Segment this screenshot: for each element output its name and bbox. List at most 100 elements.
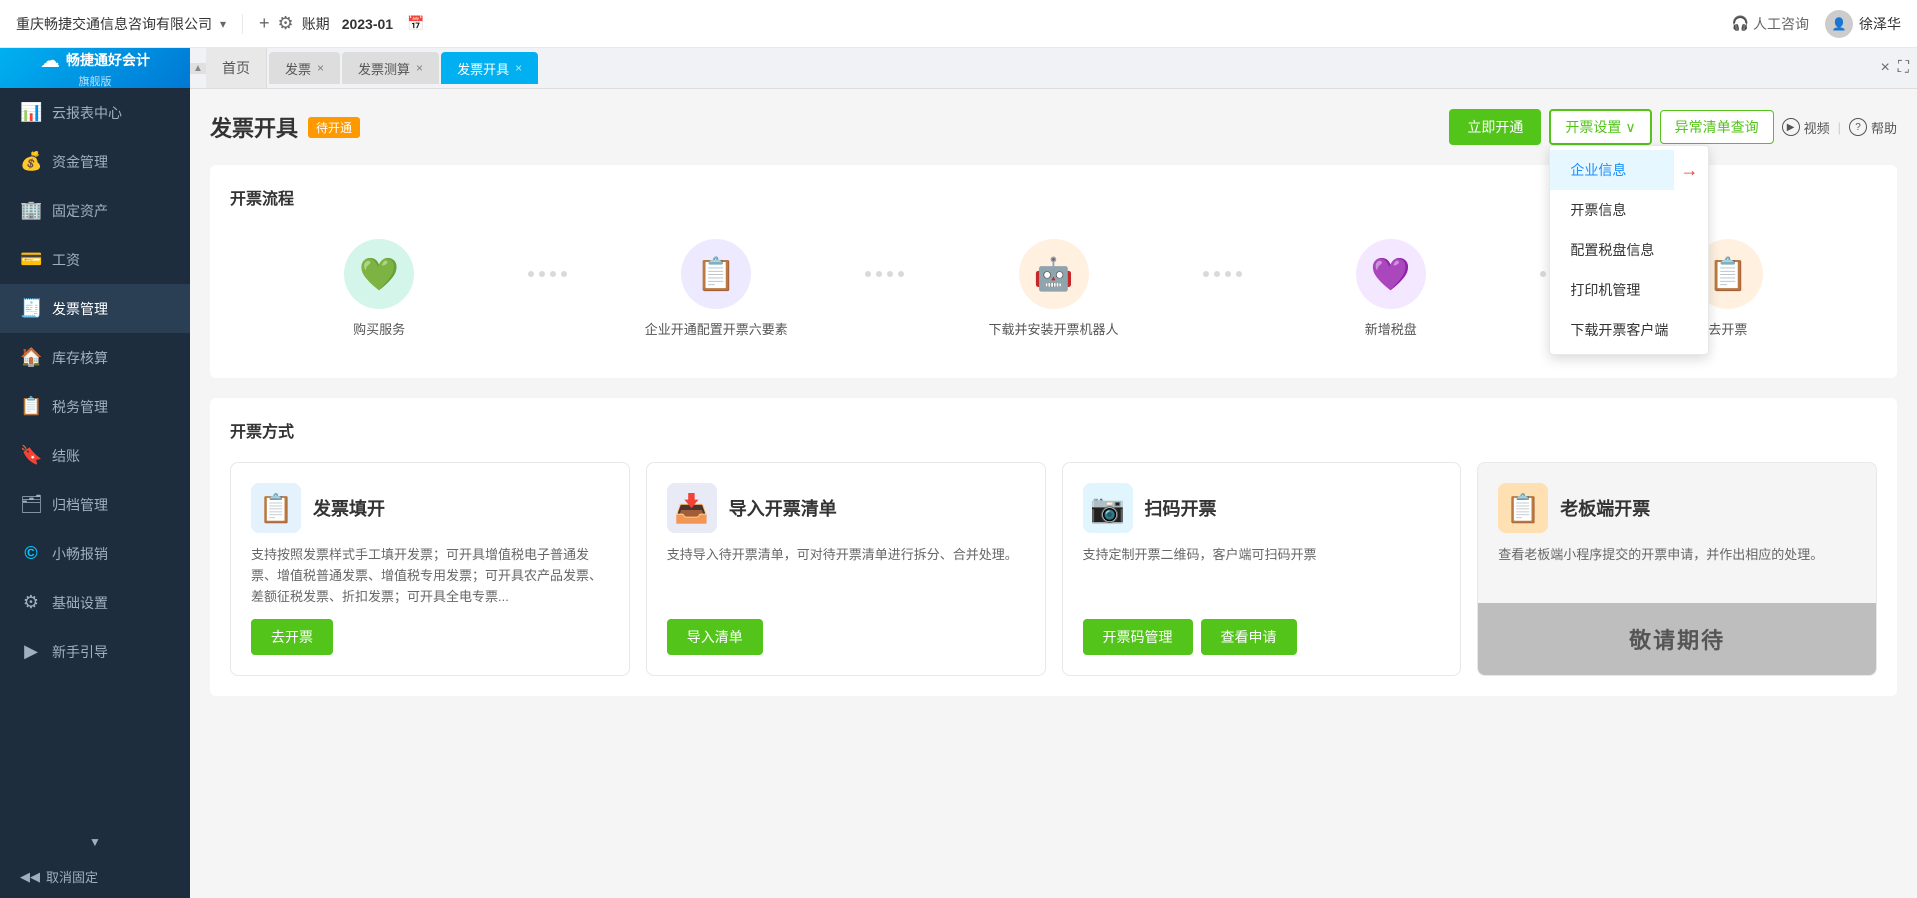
process-step-robot: 🤖 下载并安装开票机器人 bbox=[904, 239, 1202, 338]
activate-button[interactable]: 立即开通 bbox=[1449, 109, 1541, 145]
status-badge: 待开通 bbox=[308, 117, 360, 138]
window-close-button[interactable]: × bbox=[1880, 59, 1889, 77]
user-info[interactable]: 👤 徐泽华 bbox=[1825, 10, 1901, 38]
tab-invoice-list[interactable]: 发票 × bbox=[269, 52, 340, 84]
buy-service-label: 购买服务 bbox=[353, 319, 405, 338]
add-company-icon[interactable]: + bbox=[259, 13, 270, 34]
reports-label: 云报表中心 bbox=[52, 103, 122, 123]
cancel-pin-button[interactable]: ◀◀ 取消固定 bbox=[0, 855, 190, 898]
tab-invoice-calc[interactable]: 发票测算 × bbox=[342, 52, 439, 84]
help-label[interactable]: 帮助 bbox=[1871, 118, 1897, 137]
xiaochang-label: 小畅报销 bbox=[52, 544, 108, 564]
fill-in-title: 发票填开 bbox=[313, 495, 385, 521]
dropdown-item-download-client[interactable]: 下载开票客户端 bbox=[1550, 310, 1708, 350]
guide-icon: ▶ bbox=[20, 641, 42, 662]
inventory-icon: 🏠 bbox=[20, 347, 42, 368]
boss-title: 老板端开票 bbox=[1560, 495, 1650, 521]
finance-label: 资金管理 bbox=[52, 152, 108, 172]
finance-icon: 💰 bbox=[20, 151, 42, 172]
sidebar-item-finance[interactable]: 💰 资金管理 bbox=[0, 137, 190, 186]
sidebar-item-tax[interactable]: 📋 税务管理 bbox=[0, 382, 190, 431]
salary-icon: 💳 bbox=[20, 249, 42, 270]
sidebar-item-xiaochang[interactable]: © 小畅报销 bbox=[0, 529, 190, 578]
tab-invoice-list-label: 发票 bbox=[285, 59, 311, 78]
logo-text: 畅捷通好会计 bbox=[66, 50, 150, 70]
import-title: 导入开票清单 bbox=[729, 495, 837, 521]
sidebar-item-basic[interactable]: ⚙ 基础设置 bbox=[0, 578, 190, 627]
inventory-label: 库存核算 bbox=[52, 348, 108, 368]
page-header: 发票开具 待开通 立即开通 开票设置 ∨ bbox=[210, 109, 1897, 145]
window-expand-button[interactable]: ⛶ bbox=[1898, 59, 1909, 77]
settings-icon[interactable]: ⚙ bbox=[278, 13, 294, 34]
salary-label: 工资 bbox=[52, 250, 80, 270]
sidebar-item-reports[interactable]: 📊 云报表中心 bbox=[0, 88, 190, 137]
fill-in-button[interactable]: 去开票 bbox=[251, 619, 333, 655]
dropdown-item-tax-disk[interactable]: 配置税盘信息 bbox=[1550, 230, 1708, 270]
reports-icon: 📊 bbox=[20, 102, 42, 123]
go-invoice-label: 去开票 bbox=[1708, 319, 1747, 338]
dropdown-item-invoice-info[interactable]: 开票信息 bbox=[1550, 190, 1708, 230]
config-icon: 📋 bbox=[681, 239, 751, 309]
help-icon[interactable]: ? bbox=[1849, 118, 1867, 136]
archive-icon: 🗂 bbox=[20, 494, 42, 515]
tab-invoice-issue[interactable]: 发票开具 × bbox=[441, 52, 538, 84]
sidebar-item-guide[interactable]: ▶ 新手引导 bbox=[0, 627, 190, 676]
settle-icon: 🔖 bbox=[20, 445, 42, 466]
settings-button[interactable]: 开票设置 ∨ bbox=[1549, 109, 1651, 145]
tabs-bar: ▲ 首页 发票 × 发票测算 × 发票开具 × × ⛶ bbox=[190, 48, 1917, 89]
basic-label: 基础设置 bbox=[52, 593, 108, 613]
avatar: 👤 bbox=[1825, 10, 1853, 38]
video-label[interactable]: 视频 bbox=[1804, 118, 1830, 137]
separator: | bbox=[1838, 120, 1841, 135]
support-headset-icon: 🎧 bbox=[1732, 15, 1749, 32]
tab-home[interactable]: 首页 bbox=[206, 48, 267, 88]
settings-label: 开票设置 bbox=[1565, 117, 1621, 137]
boss-overlay: 敬请期待 bbox=[1478, 603, 1876, 675]
fill-in-header: 📋 发票填开 bbox=[251, 483, 609, 533]
user-name: 徐泽华 bbox=[1859, 14, 1901, 34]
top-bar: 重庆畅捷交通信息咨询有限公司 ▾ + ⚙ 账期 2023-01 📅 🎧 人工咨询… bbox=[0, 0, 1917, 48]
tab-invoice-issue-label: 发票开具 bbox=[457, 59, 509, 78]
process-step-taxdisk: 💜 新增税盘 bbox=[1242, 239, 1540, 338]
tab-invoice-calc-close[interactable]: × bbox=[416, 61, 423, 75]
sidebar-item-invoice[interactable]: 🧾 发票管理 bbox=[0, 284, 190, 333]
import-icon: 📥 bbox=[667, 483, 717, 533]
settings-arrow-icon: ∨ bbox=[1625, 119, 1635, 136]
import-button[interactable]: 导入清单 bbox=[667, 619, 763, 655]
period-label: 账期 bbox=[302, 14, 330, 34]
connector-3 bbox=[1203, 271, 1242, 277]
abnormal-button[interactable]: 异常清单查询 bbox=[1660, 110, 1774, 144]
method-card-fill-in: 📋 发票填开 支持按照发票样式手工填开发票；可开具增值税电子普通发票、增值税普通… bbox=[230, 462, 630, 676]
sidebar-item-inventory[interactable]: 🏠 库存核算 bbox=[0, 333, 190, 382]
sidebar-item-assets[interactable]: 🏢 固定资产 bbox=[0, 186, 190, 235]
home-label: 首页 bbox=[222, 58, 250, 78]
logo-area: ☁ 畅捷通好会计 旗舰版 bbox=[0, 48, 190, 88]
import-header: 📥 导入开票清单 bbox=[667, 483, 1025, 533]
boss-icon: 📋 bbox=[1498, 483, 1548, 533]
settings-dropdown-menu: 企业信息 → 开票信息 配置税盘信息 打印机管理 bbox=[1549, 145, 1709, 355]
qrcode-manage-button[interactable]: 开票码管理 bbox=[1083, 619, 1193, 655]
settle-label: 结账 bbox=[52, 446, 80, 466]
qrcode-view-button[interactable]: 查看申请 bbox=[1201, 619, 1297, 655]
tab-invoice-calc-label: 发票测算 bbox=[358, 59, 410, 78]
scroll-left-button[interactable]: ▲ bbox=[190, 63, 206, 74]
period-value: 2023-01 bbox=[342, 16, 393, 32]
robot-icon: 🤖 bbox=[1019, 239, 1089, 309]
sidebar-item-settle[interactable]: 🔖 结账 bbox=[0, 431, 190, 480]
company-dropdown-arrow[interactable]: ▾ bbox=[220, 17, 226, 31]
logo-icon: ☁ bbox=[40, 48, 60, 73]
sidebar-item-archive[interactable]: 🗂 归档管理 bbox=[0, 480, 190, 529]
red-arrow-icon: → bbox=[1680, 160, 1708, 181]
tab-invoice-list-close[interactable]: × bbox=[317, 61, 324, 75]
dropdown-item-company-info[interactable]: 企业信息 bbox=[1550, 150, 1674, 190]
tab-invoice-issue-close[interactable]: × bbox=[515, 61, 522, 75]
invoice-label: 发票管理 bbox=[52, 299, 108, 319]
sidebar-item-salary[interactable]: 💳 工资 bbox=[0, 235, 190, 284]
calendar-icon[interactable]: 📅 bbox=[407, 15, 424, 32]
logo-sub: 旗舰版 bbox=[79, 73, 112, 89]
support-button[interactable]: 🎧 人工咨询 bbox=[1732, 14, 1809, 34]
dropdown-item-printer[interactable]: 打印机管理 bbox=[1550, 270, 1708, 310]
tax-label: 税务管理 bbox=[52, 397, 108, 417]
play-icon[interactable]: ▶ bbox=[1782, 118, 1800, 136]
download-client-label: 下载开票客户端 bbox=[1570, 322, 1668, 338]
